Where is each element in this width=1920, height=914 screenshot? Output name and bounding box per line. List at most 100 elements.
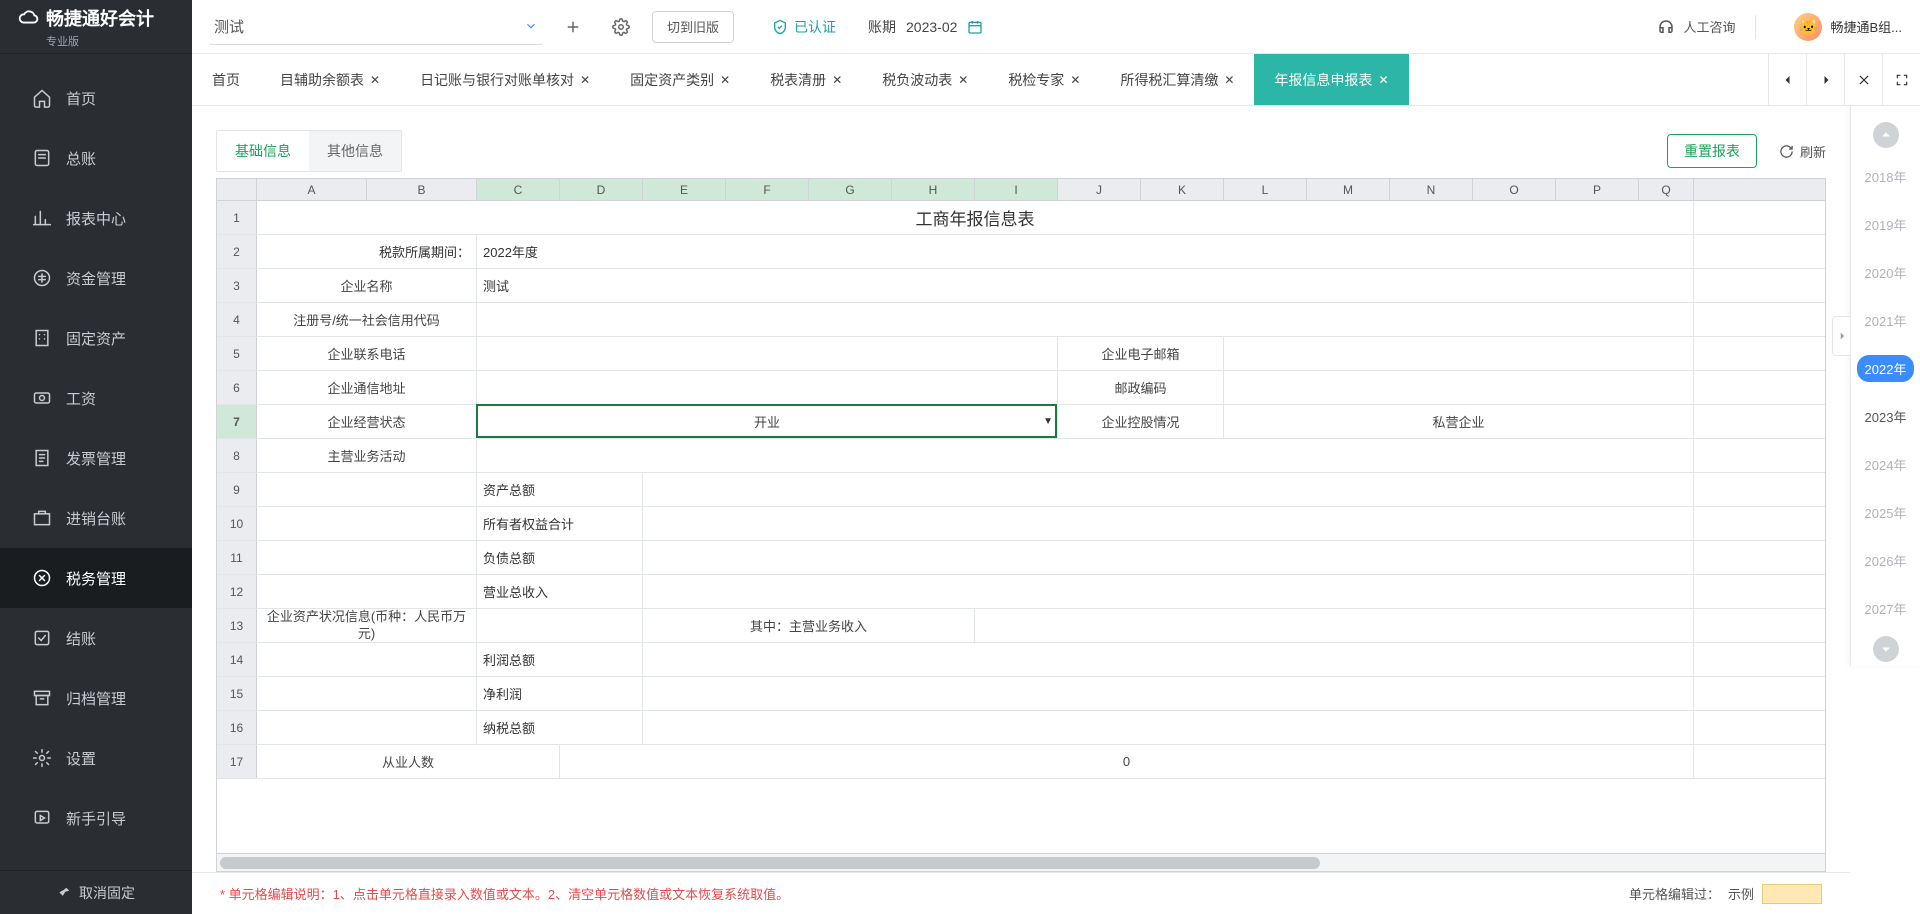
tab-0[interactable]: 首页 <box>192 54 260 105</box>
cell[interactable]: 负债总额 <box>477 541 643 574</box>
cell[interactable] <box>477 371 1058 404</box>
cell[interactable]: 邮政编码 <box>1058 371 1224 404</box>
sidebar-item-gear[interactable]: 设置 <box>0 728 192 788</box>
dropdown-arrow-icon[interactable]: ▼ <box>1043 416 1053 427</box>
pin-toggle[interactable]: 取消固定 <box>0 870 192 914</box>
horizontal-scrollbar[interactable] <box>217 853 1825 871</box>
year-item-2021年[interactable]: 2021年 <box>1851 296 1920 344</box>
row-header-8[interactable]: 8 <box>217 439 257 472</box>
select-all-corner[interactable] <box>217 179 257 200</box>
sidebar-item-salary[interactable]: 工资 <box>0 368 192 428</box>
col-header-D[interactable]: D <box>560 179 643 200</box>
consult-link[interactable]: 人工咨询 <box>1657 17 1735 36</box>
cell[interactable] <box>643 507 1694 540</box>
row-header-16[interactable]: 16 <box>217 711 257 744</box>
cell[interactable]: 其中：主营业务收入 <box>643 609 975 642</box>
col-header-G[interactable]: G <box>809 179 892 200</box>
user-menu[interactable]: 🐱 畅捷通B组... <box>1794 13 1902 41</box>
cell[interactable]: 税款所属期间： <box>257 235 477 268</box>
year-down-button[interactable] <box>1873 636 1899 662</box>
year-item-2026年[interactable]: 2026年 <box>1851 536 1920 584</box>
year-item-2022年[interactable]: 2022年 <box>1851 344 1920 392</box>
cell[interactable] <box>1224 337 1694 370</box>
cell[interactable] <box>257 677 477 710</box>
cell[interactable] <box>643 643 1694 676</box>
row-header-15[interactable]: 15 <box>217 677 257 710</box>
sidebar-item-archive[interactable]: 归档管理 <box>0 668 192 728</box>
cell[interactable] <box>257 711 477 744</box>
cell[interactable]: 企业控股情况 <box>1058 405 1224 438</box>
year-item-2020年[interactable]: 2020年 <box>1851 248 1920 296</box>
cell[interactable]: 利润总额 <box>477 643 643 676</box>
col-header-N[interactable]: N <box>1390 179 1473 200</box>
year-rail-collapse[interactable] <box>1832 316 1850 356</box>
col-header-J[interactable]: J <box>1058 179 1141 200</box>
cell[interactable]: 企业联系电话 <box>257 337 477 370</box>
col-header-B[interactable]: B <box>367 179 477 200</box>
cell[interactable] <box>477 303 1694 336</box>
tab-close-icon[interactable]: ✕ <box>958 73 968 87</box>
cell[interactable]: 主营业务活动 <box>257 439 477 472</box>
sidebar-item-stock[interactable]: 进销台账 <box>0 488 192 548</box>
cell[interactable]: 营业总收入 <box>477 575 643 608</box>
tab-close-icon[interactable]: ✕ <box>720 73 730 87</box>
cell[interactable] <box>477 439 1694 472</box>
sidebar-item-tax[interactable]: 税务管理 <box>0 548 192 608</box>
row-header-17[interactable]: 17 <box>217 745 257 778</box>
sidebar-item-chart[interactable]: 报表中心 <box>0 188 192 248</box>
col-header-A[interactable]: A <box>257 179 367 200</box>
cell[interactable] <box>643 677 1694 710</box>
year-up-button[interactable] <box>1873 122 1899 148</box>
cell[interactable] <box>477 337 1058 370</box>
row-header-10[interactable]: 10 <box>217 507 257 540</box>
tab-close-icon[interactable]: ✕ <box>832 73 842 87</box>
row-header-3[interactable]: 3 <box>217 269 257 302</box>
tab-7[interactable]: 所得税汇算清缴✕ <box>1100 54 1254 105</box>
cell[interactable] <box>257 541 477 574</box>
tab-close-icon[interactable]: ✕ <box>1070 73 1080 87</box>
col-header-F[interactable]: F <box>726 179 809 200</box>
row-header-11[interactable]: 11 <box>217 541 257 574</box>
tab-close-icon[interactable]: ✕ <box>1378 73 1388 87</box>
cell[interactable]: 纳税总额 <box>477 711 643 744</box>
switch-old-version-button[interactable]: 切到旧版 <box>652 11 734 43</box>
settings-button[interactable] <box>604 10 638 44</box>
cell[interactable] <box>975 609 1694 642</box>
row-header-13[interactable]: 13 <box>217 609 257 642</box>
tab-1[interactable]: 目辅助余额表✕ <box>260 54 400 105</box>
cell[interactable]: 工商年报信息表 <box>257 201 1694 234</box>
cell[interactable]: 企业资产状况信息(币种：人民币万元) <box>257 609 477 642</box>
tab-4[interactable]: 税表清册✕ <box>750 54 862 105</box>
accounting-period[interactable]: 账期 2023-02 <box>868 17 983 37</box>
col-header-E[interactable]: E <box>643 179 726 200</box>
cell[interactable]: 测试 <box>477 269 1694 302</box>
cell[interactable]: 2022年度 <box>477 235 1694 268</box>
tab-fullscreen[interactable] <box>1882 54 1920 105</box>
cell[interactable] <box>257 575 477 608</box>
col-header-C[interactable]: C <box>477 179 560 200</box>
sidebar-item-invoice[interactable]: 发票管理 <box>0 428 192 488</box>
tab-close-icon[interactable]: ✕ <box>1224 73 1234 87</box>
cell[interactable]: 企业通信地址 <box>257 371 477 404</box>
tab-2[interactable]: 日记账与银行对账单核对✕ <box>400 54 610 105</box>
cell[interactable]: 0 <box>560 745 1694 778</box>
year-item-2024年[interactable]: 2024年 <box>1851 440 1920 488</box>
sidebar-item-money[interactable]: 资金管理 <box>0 248 192 308</box>
col-header-H[interactable]: H <box>892 179 975 200</box>
cell[interactable]: 资产总额 <box>477 473 643 506</box>
sub-tab-0[interactable]: 基础信息 <box>217 131 309 171</box>
cell[interactable]: 企业经营状态 <box>257 405 477 438</box>
cell[interactable] <box>257 507 477 540</box>
sidebar-item-guide[interactable]: 新手引导 <box>0 788 192 848</box>
row-header-5[interactable]: 5 <box>217 337 257 370</box>
col-header-K[interactable]: K <box>1141 179 1224 200</box>
row-header-7[interactable]: 7 <box>217 405 257 438</box>
cell[interactable]: 私营企业 <box>1224 405 1694 438</box>
cell[interactable] <box>1224 371 1694 404</box>
cell[interactable] <box>643 541 1694 574</box>
col-header-P[interactable]: P <box>1556 179 1639 200</box>
tab-scroll-right[interactable] <box>1806 54 1844 105</box>
col-header-M[interactable]: M <box>1307 179 1390 200</box>
cell[interactable] <box>257 643 477 676</box>
year-item-2019年[interactable]: 2019年 <box>1851 200 1920 248</box>
